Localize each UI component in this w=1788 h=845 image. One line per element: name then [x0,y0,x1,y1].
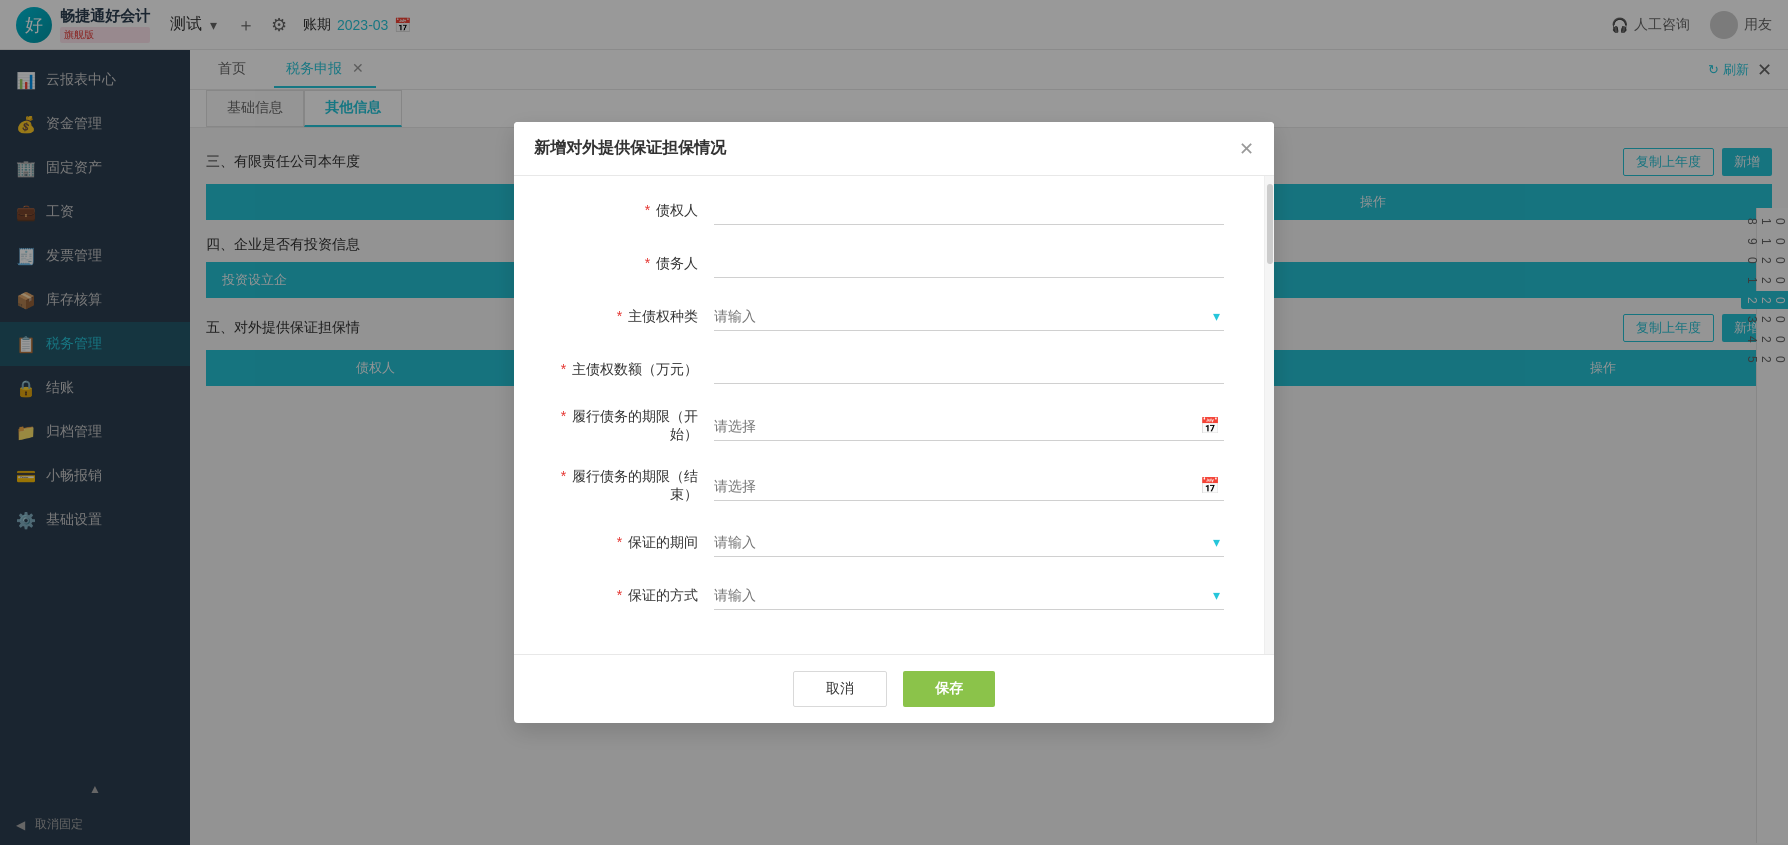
guarantee-period-required: * [617,534,622,550]
form-row-guarantee-method: * 保证的方式 ▾ [554,581,1224,610]
form-row-obligation-end: * 履行债务的期限（结束） 📅 [554,468,1224,504]
guarantee-method-select-wrapper: ▾ [714,581,1224,610]
dialog-scroll-thumb [1267,184,1273,264]
app-wrapper: 好 畅捷通好会计 旗舰版 测试 ▾ ＋ ⚙ 账期 2023-03 📅 🎧 人工咨… [0,0,1788,845]
guarantee-method-required: * [617,587,622,603]
creditor-input[interactable] [714,196,1224,225]
debtor-required-mark: * [645,255,650,271]
obligation-start-input[interactable] [714,412,1224,440]
obligation-start-required: * [561,408,566,424]
obligation-end-required: * [561,468,566,484]
dialog-body: * 债权人 * 债务人 [514,176,1264,654]
debtor-label: * 债务人 [554,255,714,273]
dialog-title: 新增对外提供保证担保情况 [534,138,726,159]
obligation-end-date-wrapper: 📅 [714,472,1224,501]
cancel-button[interactable]: 取消 [793,671,887,707]
obligation-end-calendar-icon[interactable]: 📅 [1200,476,1220,495]
debt-type-required-mark: * [617,308,622,324]
debt-type-label: * 主债权种类 [554,308,714,326]
dialog-header: 新增对外提供保证担保情况 ✕ [514,122,1274,176]
dialog-scrollbar [1264,176,1274,654]
debt-type-input[interactable] [714,302,1224,330]
creditor-label: * 债权人 [554,202,714,220]
debt-amount-required-mark: * [561,361,566,377]
form-row-debtor: * 债务人 [554,249,1224,278]
form-row-guarantee-period: * 保证的期间 ▾ [554,528,1224,557]
guarantee-period-select-wrapper: ▾ [714,528,1224,557]
modal-overlay: 新增对外提供保证担保情况 ✕ * 债权人 [0,0,1788,845]
debt-amount-label: * 主债权数额（万元） [554,361,714,379]
dialog-close-icon[interactable]: ✕ [1239,140,1254,158]
debt-amount-input[interactable] [714,355,1224,384]
dialog-add-guarantee: 新增对外提供保证担保情况 ✕ * 债权人 [514,122,1274,723]
creditor-required-mark: * [645,202,650,218]
form-row-creditor: * 债权人 [554,196,1224,225]
form-row-debt-amount: * 主债权数额（万元） [554,355,1224,384]
obligation-end-input[interactable] [714,472,1224,500]
guarantee-period-input[interactable] [714,528,1224,556]
obligation-start-date-wrapper: 📅 [714,412,1224,441]
guarantee-method-input[interactable] [714,581,1224,609]
obligation-start-label: * 履行债务的期限（开始） [554,408,714,444]
debtor-input[interactable] [714,249,1224,278]
guarantee-period-label: * 保证的期间 [554,534,714,552]
save-button[interactable]: 保存 [903,671,995,707]
obligation-end-label: * 履行债务的期限（结束） [554,468,714,504]
form-row-debt-type: * 主债权种类 ▾ [554,302,1224,331]
debt-type-select-wrapper: ▾ [714,302,1224,331]
obligation-start-calendar-icon[interactable]: 📅 [1200,416,1220,435]
form-row-obligation-start: * 履行债务的期限（开始） 📅 [554,408,1224,444]
dialog-footer: 取消 保存 [514,654,1274,723]
guarantee-method-label: * 保证的方式 [554,587,714,605]
